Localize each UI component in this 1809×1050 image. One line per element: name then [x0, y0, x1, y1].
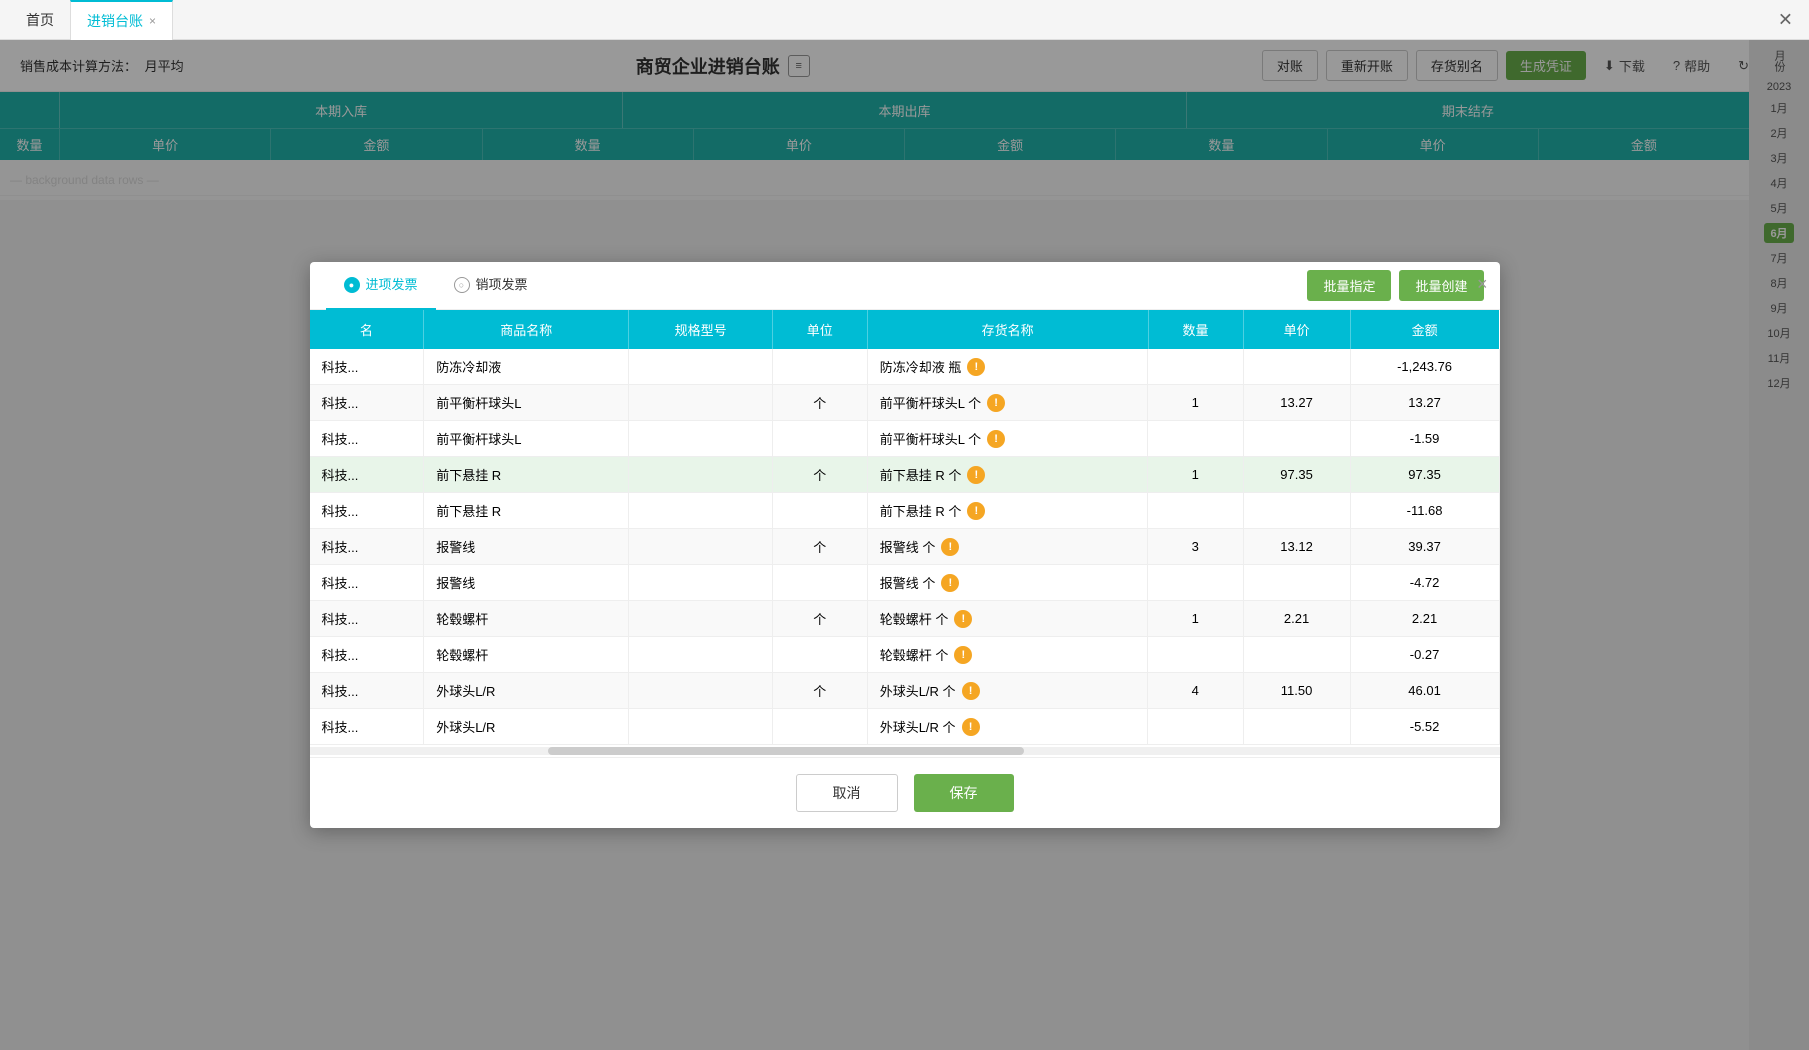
- col-spec: 规格型号: [629, 310, 772, 349]
- col-product: 商品名称: [424, 310, 629, 349]
- modal-header: ● 进项发票 ○ 销项发票 批量指定 批量创建 ×: [310, 262, 1500, 310]
- tab-close-icon[interactable]: ×: [149, 1, 156, 41]
- table-row[interactable]: 科技...前下悬挂 R个前下悬挂 R 个!197.3597.35: [310, 457, 1500, 493]
- modal-overlay: ● 进项发票 ○ 销项发票 批量指定 批量创建 ×: [0, 40, 1809, 1050]
- modal-dialog: ● 进项发票 ○ 销项发票 批量指定 批量创建 ×: [310, 262, 1500, 828]
- warning-icon: !: [987, 430, 1005, 448]
- table-row[interactable]: 科技...报警线报警线 个!-4.72: [310, 565, 1500, 601]
- batch-create-button[interactable]: 批量创建: [1399, 270, 1483, 301]
- warning-icon: !: [967, 358, 985, 376]
- warning-icon: !: [954, 646, 972, 664]
- table-row[interactable]: 科技...前下悬挂 R前下悬挂 R 个!-11.68: [310, 493, 1500, 529]
- warning-icon: !: [967, 502, 985, 520]
- warning-icon: !: [941, 574, 959, 592]
- modal-close-button[interactable]: ×: [1477, 274, 1488, 295]
- col-inventory: 存货名称: [867, 310, 1148, 349]
- top-bar: 首页 进销台账 × ✕: [0, 0, 1809, 40]
- batch-assign-button[interactable]: 批量指定: [1307, 270, 1391, 301]
- modal-header-actions: 批量指定 批量创建: [1307, 270, 1483, 301]
- col-unit: 单位: [772, 310, 867, 349]
- warning-icon: !: [962, 718, 980, 736]
- window-close-button[interactable]: ✕: [1778, 9, 1793, 30]
- warning-icon: !: [954, 610, 972, 628]
- incoming-tab-label: 进项发票: [366, 261, 418, 309]
- warning-icon: !: [962, 682, 980, 700]
- table-row[interactable]: 科技...报警线个报警线 个!313.1239.37: [310, 529, 1500, 565]
- table-row[interactable]: 科技...前平衡杆球头L个前平衡杆球头L 个!113.2713.27: [310, 385, 1500, 421]
- warning-icon: !: [941, 538, 959, 556]
- active-tab-label: 进销台账: [87, 1, 143, 41]
- incoming-tab-icon: ●: [344, 277, 360, 293]
- modal-table-container[interactable]: 名 商品名称 规格型号 单位 存货名称 数量 单价 金额 科技...防冻冷却液防…: [310, 310, 1500, 757]
- col-quantity: 数量: [1148, 310, 1243, 349]
- col-amount: 金额: [1350, 310, 1499, 349]
- col-unitprice: 单价: [1243, 310, 1350, 349]
- col-name: 名: [310, 310, 424, 349]
- table-row[interactable]: 科技...外球头L/R外球头L/R 个!-5.52: [310, 709, 1500, 745]
- invoice-table: 名 商品名称 规格型号 单位 存货名称 数量 单价 金额 科技...防冻冷却液防…: [310, 310, 1500, 745]
- table-row[interactable]: 科技...防冻冷却液防冻冷却液 瓶!-1,243.76: [310, 349, 1500, 385]
- table-row[interactable]: 科技...轮毂螺杆个轮毂螺杆 个!12.212.21: [310, 601, 1500, 637]
- tab-home[interactable]: 首页: [10, 0, 70, 40]
- modal-footer: 取消 保存: [310, 757, 1500, 828]
- modal-tabs: ● 进项发票 ○ 销项发票: [326, 262, 546, 310]
- cancel-button[interactable]: 取消: [796, 774, 898, 812]
- warning-icon: !: [967, 466, 985, 484]
- tab-outgoing-invoice[interactable]: ○ 销项发票: [436, 262, 546, 310]
- main-content: 销售成本计算方法： 月平均 商贸企业进销台账 ≡ 对账 重新开账 存货别名 生成…: [0, 40, 1809, 1050]
- tab-incoming-invoice[interactable]: ● 进项发票: [326, 262, 436, 310]
- warning-icon: !: [987, 394, 1005, 412]
- tab-active[interactable]: 进销台账 ×: [70, 0, 173, 40]
- outgoing-tab-icon: ○: [454, 277, 470, 293]
- horizontal-scrollbar[interactable]: [310, 747, 1500, 755]
- table-row[interactable]: 科技...外球头L/R个外球头L/R 个!411.5046.01: [310, 673, 1500, 709]
- outgoing-tab-label: 销项发票: [476, 261, 528, 309]
- scrollbar-thumb[interactable]: [548, 747, 1024, 755]
- save-button[interactable]: 保存: [914, 774, 1014, 812]
- table-row[interactable]: 科技...轮毂螺杆轮毂螺杆 个!-0.27: [310, 637, 1500, 673]
- table-row[interactable]: 科技...前平衡杆球头L前平衡杆球头L 个!-1.59: [310, 421, 1500, 457]
